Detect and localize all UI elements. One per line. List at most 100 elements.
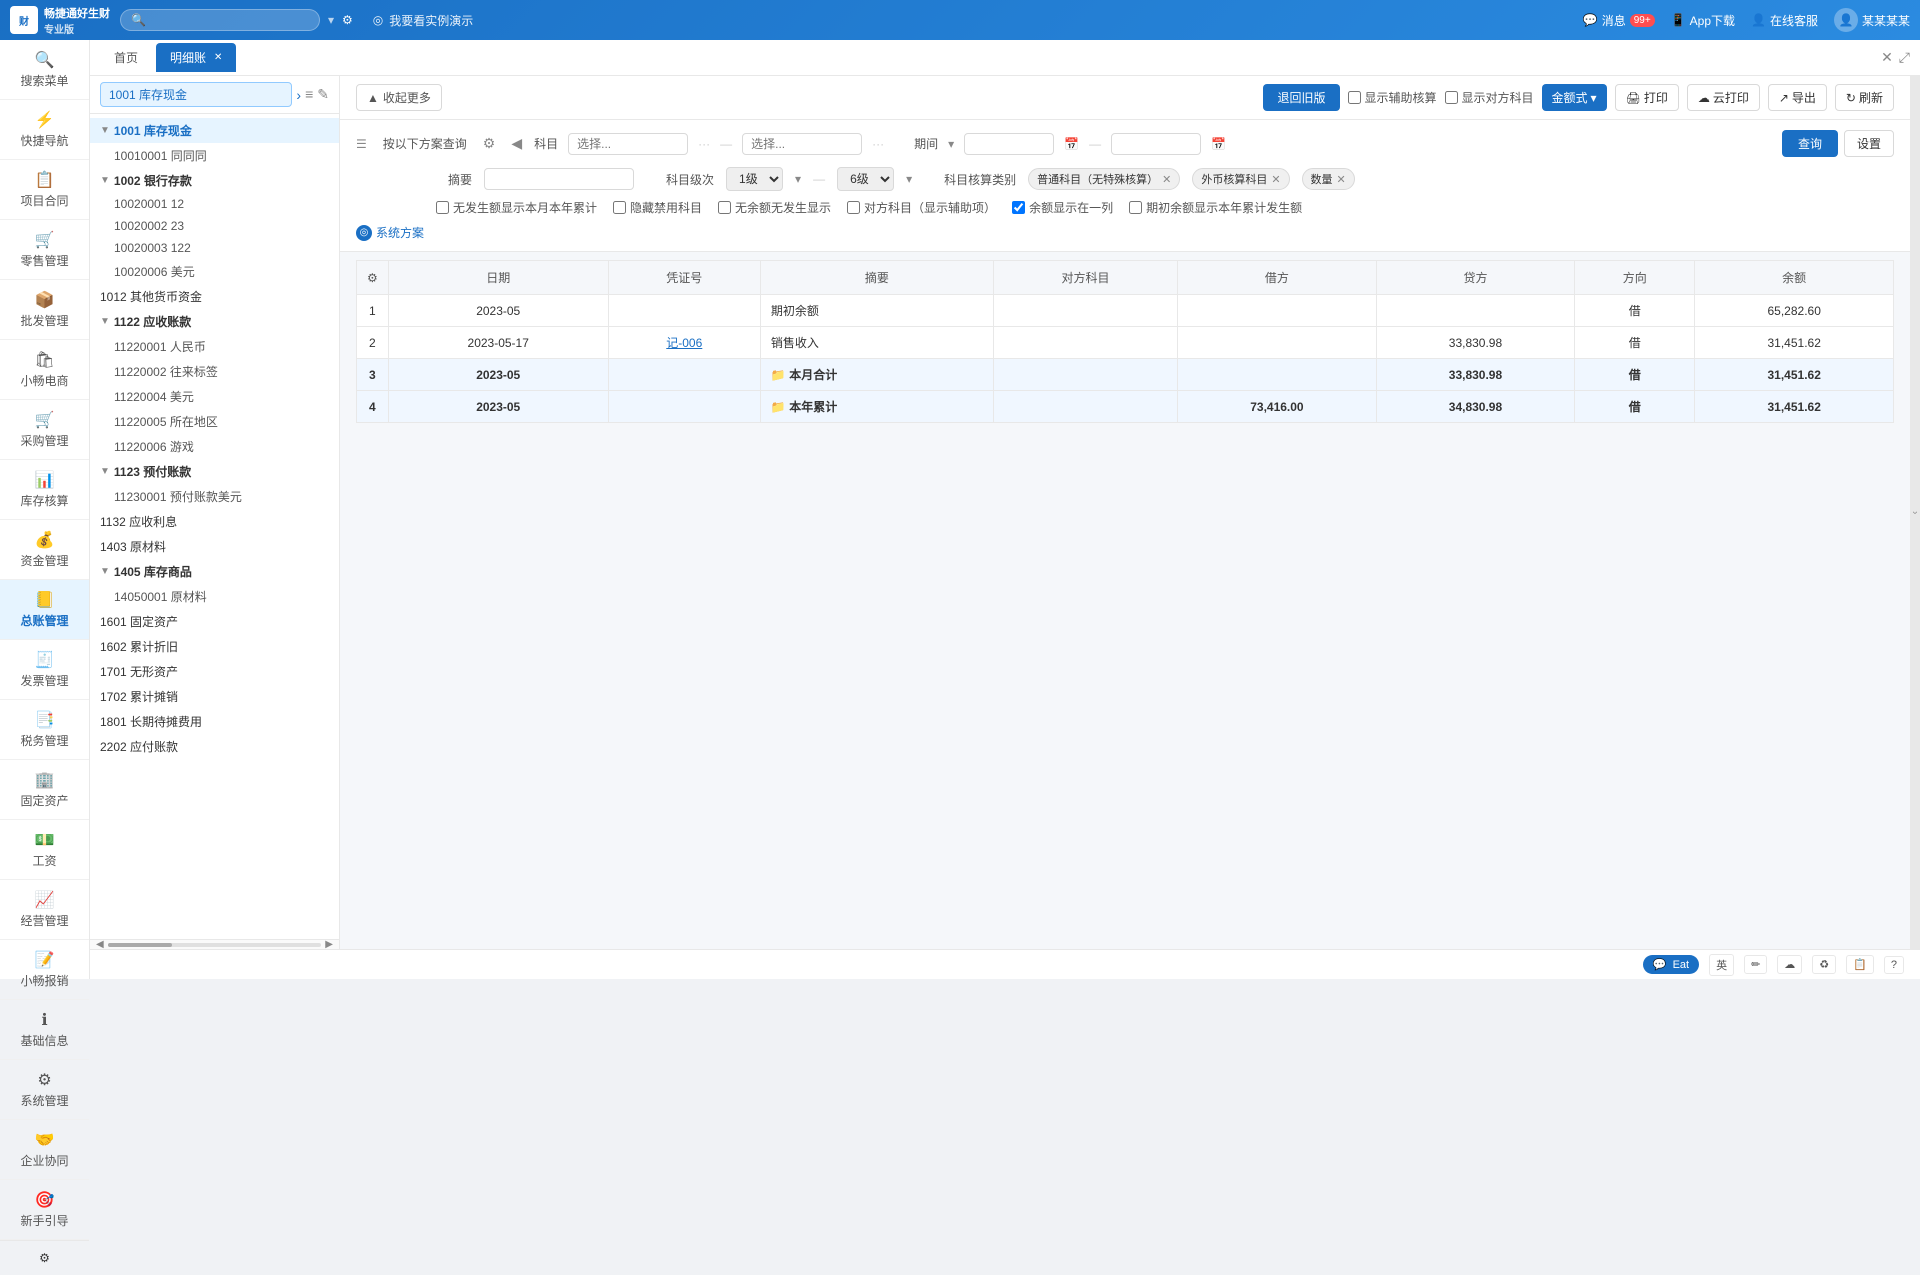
demo-btn[interactable]: ◎ 我要看实例演示 — [373, 12, 1583, 29]
sidebar-item-assets[interactable]: 🏢 固定资产 — [0, 760, 89, 820]
tree-item-1405[interactable]: ▼ 1405 库存商品 — [90, 559, 339, 584]
tree-item-1701[interactable]: 1701 无形资产 — [90, 659, 339, 684]
hide-disabled-checkbox[interactable]: 隐藏禁用科目 — [613, 199, 702, 216]
tree-item-1132[interactable]: 1132 应收利息 — [90, 509, 339, 534]
nav-breadcrumb[interactable]: 1001 库存现金 — [100, 82, 292, 107]
column-settings-icon[interactable]: ⚙ — [367, 271, 378, 285]
show-contra-checkbox[interactable]: 显示对方科目 — [1445, 89, 1534, 106]
tree-item-1122[interactable]: ▼ 1122 应收账款 — [90, 309, 339, 334]
period-balance-input[interactable] — [1129, 201, 1142, 214]
balance-one-checkbox[interactable]: 余额显示在一列 — [1012, 199, 1113, 216]
tree-item-1001[interactable]: ▼ 1001 库存现金 — [90, 118, 339, 143]
tree-item-1601[interactable]: 1601 固定资产 — [90, 609, 339, 634]
nav-list-icon[interactable]: ≡ — [305, 86, 313, 103]
tree-item-10020003[interactable]: 10020003 122 — [90, 237, 339, 259]
voucher-link[interactable]: 记-006 — [666, 336, 702, 350]
lang-btn[interactable]: 英 — [1709, 954, 1734, 976]
tree-item-10020006[interactable]: 10020006 美元 — [90, 259, 339, 284]
level-end-select[interactable]: 6级5级4级 — [837, 167, 894, 191]
collapse-btn[interactable]: ▲ 收起更多 — [356, 84, 442, 111]
hide-disabled-input[interactable] — [613, 201, 626, 214]
no-balance2-checkbox[interactable]: 无余额无发生显示 — [718, 199, 831, 216]
period-dropdown-icon[interactable]: ▾ — [948, 137, 954, 151]
sync-btn[interactable]: ♻ — [1812, 955, 1836, 974]
show-contra-input[interactable] — [1445, 91, 1458, 104]
tree-item-10020002[interactable]: 10020002 23 — [90, 215, 339, 237]
copy-btn[interactable]: 📋 — [1846, 955, 1874, 974]
tree-item-11220006[interactable]: 11220006 游戏 — [90, 434, 339, 459]
period-calendar-icon[interactable]: 📅 — [1064, 137, 1079, 151]
tab-home[interactable]: 首页 — [100, 43, 152, 72]
sidebar-item-tax[interactable]: 📑 税务管理 — [0, 700, 89, 760]
nav-next-arrow[interactable]: › — [296, 87, 301, 103]
tree-toggle-1002[interactable]: ▼ — [100, 175, 110, 186]
dropdown-icon[interactable]: ▾ — [328, 13, 334, 27]
tree-item-10020001[interactable]: 10020001 12 — [90, 193, 339, 215]
tree-item-2202[interactable]: 2202 应付账款 — [90, 734, 339, 759]
sidebar-item-ecommerce[interactable]: 🛍 小畅电商 — [0, 340, 89, 400]
row2-voucher[interactable]: 记-006 — [608, 327, 760, 359]
sidebar-item-general[interactable]: 📒 总账管理 — [0, 580, 89, 640]
tree-item-11220004[interactable]: 11220004 美元 — [90, 384, 339, 409]
print-btn[interactable]: 🖨 打印 — [1615, 84, 1679, 111]
show-aux-input[interactable] — [1348, 91, 1361, 104]
sidebar-item-project[interactable]: 📋 项目合同 — [0, 160, 89, 220]
app-download-btn[interactable]: 📱 App下载 — [1671, 12, 1735, 29]
no-balance-input[interactable] — [436, 201, 449, 214]
online-service-btn[interactable]: 👤 在线客服 — [1751, 12, 1818, 29]
filter-collapse-icon[interactable]: ◀ — [511, 135, 522, 152]
close-window-icon[interactable]: ✕ — [1881, 49, 1893, 66]
sidebar-item-ops[interactable]: 📈 经营管理 — [0, 880, 89, 940]
summary-input[interactable] — [484, 168, 634, 190]
sidebar-item-search[interactable]: 🔍 搜索菜单 — [0, 40, 89, 100]
search-input[interactable] — [150, 13, 270, 27]
scroll-left-btn[interactable]: ◀ — [96, 939, 104, 949]
tree-toggle-1122[interactable]: ▼ — [100, 316, 110, 327]
tree-toggle-1405[interactable]: ▼ — [100, 566, 110, 577]
tree-toggle-1001[interactable]: ▼ — [100, 125, 110, 136]
right-panel[interactable]: › — [1910, 76, 1920, 949]
tree-item-11230001[interactable]: 11230001 预付账款美元 — [90, 484, 339, 509]
maximize-icon[interactable]: ⤢ — [1899, 49, 1910, 66]
tree-item-1002[interactable]: ▼ 1002 银行存款 — [90, 168, 339, 193]
setting-btn[interactable]: 设置 — [1844, 130, 1894, 157]
level-start-select[interactable]: 1级2级3级 — [726, 167, 783, 191]
tree-toggle-1123[interactable]: ▼ — [100, 466, 110, 477]
refresh-btn[interactable]: ↻ 刷新 — [1835, 84, 1894, 111]
export-btn[interactable]: ↗ 导出 — [1768, 84, 1827, 111]
remove-tag1-btn[interactable]: ✕ — [1162, 173, 1171, 186]
user-avatar[interactable]: 👤 某某某某 — [1834, 8, 1910, 32]
remove-tag2-btn[interactable]: ✕ — [1271, 173, 1280, 186]
sidebar-item-guide[interactable]: 🎯 新手引导 — [0, 1180, 89, 1240]
query-btn[interactable]: 查询 — [1782, 130, 1838, 157]
filter-settings-icon[interactable]: ⚙ — [483, 135, 496, 152]
subject-end-input[interactable] — [742, 133, 862, 155]
remove-tag3-btn[interactable]: ✕ — [1337, 173, 1346, 186]
tree-item-10010001[interactable]: 10010001 同同同 — [90, 143, 339, 168]
tree-item-1403[interactable]: 1403 原材料 — [90, 534, 339, 559]
tree-item-1012[interactable]: 1012 其他货币资金 — [90, 284, 339, 309]
sidebar-item-wholesale[interactable]: 📦 批发管理 — [0, 280, 89, 340]
tree-item-1123[interactable]: ▼ 1123 预付账款 — [90, 459, 339, 484]
col-settings[interactable]: ⚙ — [357, 261, 389, 295]
subject-input[interactable] — [568, 133, 688, 155]
cloud-btn[interactable]: ☁ — [1777, 955, 1802, 974]
tree-item-1602[interactable]: 1602 累计折旧 — [90, 634, 339, 659]
show-aux-checkbox[interactable]: 显示辅助核算 — [1348, 89, 1437, 106]
edit-btn[interactable]: ✏ — [1744, 955, 1767, 974]
no-balance-checkbox[interactable]: 无发生额显示本月本年累计 — [436, 199, 597, 216]
contra-checkbox[interactable]: 对方科目（显示辅助项） — [847, 199, 996, 216]
system-plan-btn[interactable]: ◎ 系统方案 — [356, 224, 424, 241]
tree-item-11220002[interactable]: 11220002 往来标签 — [90, 359, 339, 384]
sidebar-item-inventory[interactable]: 📊 库存核算 — [0, 460, 89, 520]
period-end-input[interactable]: 2023-05 — [1111, 133, 1201, 155]
help-btn[interactable]: ? — [1884, 956, 1904, 974]
tree-item-1801[interactable]: 1801 长期待摊费用 — [90, 709, 339, 734]
sidebar-item-capital[interactable]: 💰 资金管理 — [0, 520, 89, 580]
sidebar-item-invoice[interactable]: 🧾 发票管理 — [0, 640, 89, 700]
sidebar-item-shortcut[interactable]: ⚡ 快捷导航 — [0, 100, 89, 160]
sidebar-settings-icon[interactable]: ⚙ — [39, 1251, 50, 1265]
period-balance-checkbox[interactable]: 期初余额显示本年累计发生额 — [1129, 199, 1302, 216]
period-end-calendar-icon[interactable]: 📅 — [1211, 137, 1226, 151]
nav-edit-icon[interactable]: ✎ — [317, 86, 329, 103]
